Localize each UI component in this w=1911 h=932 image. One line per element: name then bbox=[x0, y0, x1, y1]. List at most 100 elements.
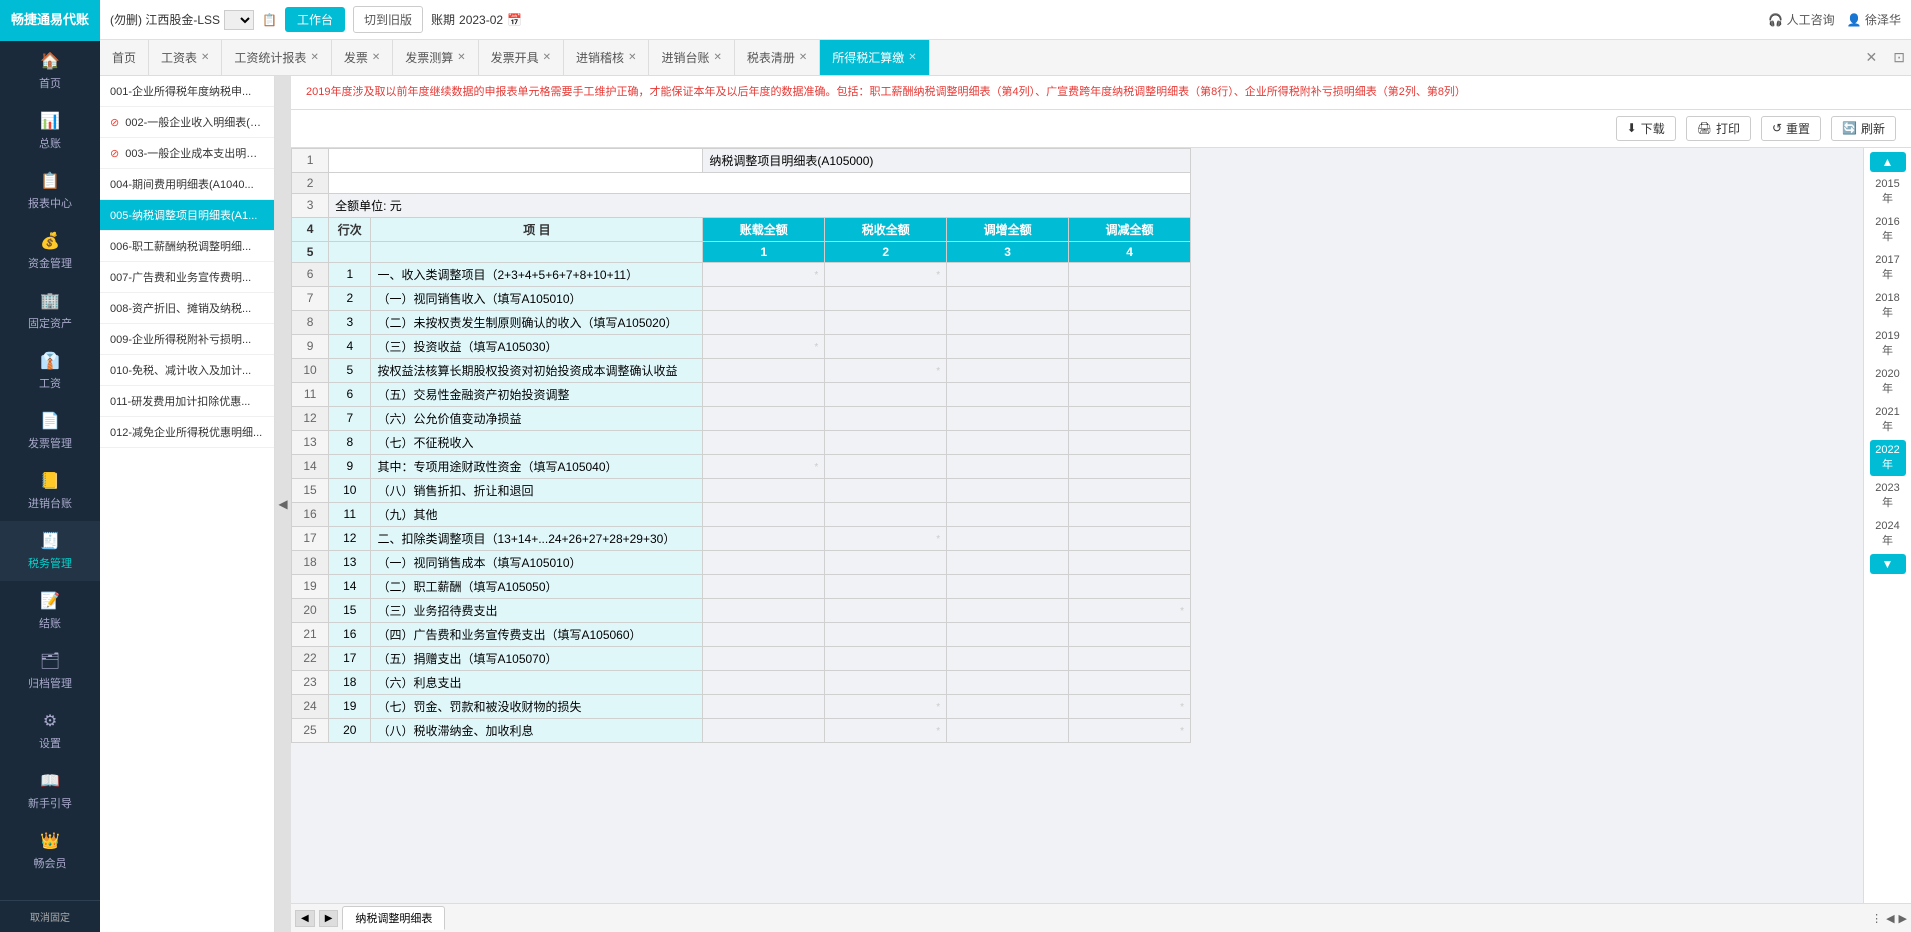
tab-payroll-stats[interactable]: 工资统计报表 ✕ bbox=[222, 40, 331, 76]
sidebar-item-settings[interactable]: ⚙ 设置 bbox=[0, 701, 100, 761]
data-cell[interactable] bbox=[1069, 526, 1191, 550]
data-cell[interactable] bbox=[947, 646, 1069, 670]
tab-purchase-ledger[interactable]: 进销台账 ✕ bbox=[649, 40, 734, 76]
sidebar-item-reports[interactable]: 📋 报表中心 bbox=[0, 161, 100, 221]
data-cell[interactable]: * bbox=[703, 334, 825, 358]
data-cell[interactable]: * bbox=[703, 454, 825, 478]
sheet-nav-left[interactable]: ◀ bbox=[295, 910, 315, 927]
data-cell[interactable] bbox=[947, 310, 1069, 334]
sidebar-item-guide[interactable]: 📖 新手引导 bbox=[0, 761, 100, 821]
data-cell[interactable] bbox=[947, 694, 1069, 718]
data-cell[interactable] bbox=[703, 526, 825, 550]
close-icon[interactable]: ✕ bbox=[201, 52, 209, 63]
data-cell[interactable]: * bbox=[825, 262, 947, 286]
close-icon[interactable]: ✕ bbox=[713, 52, 721, 63]
copy-icon[interactable]: 📋 bbox=[262, 13, 277, 27]
data-cell[interactable] bbox=[825, 502, 947, 526]
year-item-2017[interactable]: 2017年 bbox=[1870, 250, 1906, 286]
close-icon[interactable]: ✕ bbox=[799, 52, 807, 63]
switch-old-button[interactable]: 切到旧版 bbox=[353, 6, 423, 33]
data-cell[interactable] bbox=[825, 670, 947, 694]
close-icon[interactable]: ✕ bbox=[908, 52, 916, 63]
close-all-tabs[interactable]: ✕ bbox=[1856, 49, 1888, 66]
sidebar-item-fixed-assets[interactable]: 🏢 固定资产 bbox=[0, 281, 100, 341]
data-cell[interactable] bbox=[703, 598, 825, 622]
tab-tax-list[interactable]: 税表清册 ✕ bbox=[735, 40, 820, 76]
sidebar-item-home[interactable]: 🏠 首页 bbox=[0, 41, 100, 101]
data-cell[interactable] bbox=[1069, 454, 1191, 478]
data-cell[interactable] bbox=[1069, 286, 1191, 310]
tab-invoice-issue[interactable]: 发票开具 ✕ bbox=[479, 40, 564, 76]
left-panel-item-002[interactable]: ⊘ 002-一般企业收入明细表(A1... bbox=[100, 107, 274, 138]
sidebar-item-ledger[interactable]: 📊 总账 bbox=[0, 101, 100, 161]
year-item-2020[interactable]: 2020年 bbox=[1870, 364, 1906, 400]
data-cell[interactable] bbox=[1069, 406, 1191, 430]
data-cell[interactable] bbox=[703, 646, 825, 670]
left-panel-item-008[interactable]: 008-资产折旧、摊销及纳税... bbox=[100, 293, 274, 324]
data-cell[interactable] bbox=[703, 382, 825, 406]
print-button[interactable]: 🖨 打印 bbox=[1686, 116, 1751, 141]
tab-invoice-calc[interactable]: 发票测算 ✕ bbox=[393, 40, 478, 76]
left-panel-item-011[interactable]: 011-研发费用加计扣除优惠... bbox=[100, 386, 274, 417]
data-cell[interactable] bbox=[947, 526, 1069, 550]
workbench-button[interactable]: 工作台 bbox=[285, 7, 345, 32]
data-cell[interactable] bbox=[703, 310, 825, 334]
close-icon[interactable]: ✕ bbox=[310, 52, 318, 63]
data-cell[interactable] bbox=[1069, 382, 1191, 406]
data-cell[interactable] bbox=[947, 334, 1069, 358]
data-cell[interactable]: * bbox=[825, 718, 947, 742]
data-cell[interactable] bbox=[1069, 478, 1191, 502]
data-cell[interactable] bbox=[825, 382, 947, 406]
scroll-right-icon[interactable]: ▶ bbox=[1899, 912, 1907, 925]
data-cell[interactable] bbox=[1069, 310, 1191, 334]
year-item-2015[interactable]: 2015年 bbox=[1870, 174, 1906, 210]
data-cell[interactable] bbox=[947, 502, 1069, 526]
data-cell[interactable]: * bbox=[1069, 694, 1191, 718]
data-cell[interactable] bbox=[1069, 502, 1191, 526]
data-cell[interactable] bbox=[825, 406, 947, 430]
data-cell[interactable] bbox=[947, 406, 1069, 430]
data-cell[interactable] bbox=[703, 694, 825, 718]
data-cell[interactable] bbox=[703, 502, 825, 526]
tab-purchase-check[interactable]: 进销稽核 ✕ bbox=[564, 40, 649, 76]
year-item-2016[interactable]: 2016年 bbox=[1870, 212, 1906, 248]
data-cell[interactable]: * bbox=[825, 358, 947, 382]
left-panel-item-012[interactable]: 012-减免企业所得税优惠明细... bbox=[100, 417, 274, 448]
data-cell[interactable] bbox=[703, 406, 825, 430]
data-cell[interactable] bbox=[947, 574, 1069, 598]
data-cell[interactable]: * bbox=[825, 526, 947, 550]
year-item-2021[interactable]: 2021年 bbox=[1870, 402, 1906, 438]
sidebar-item-purchase-sales[interactable]: 📒 进销台账 bbox=[0, 461, 100, 521]
user-avatar[interactable]: 👤 徐泽华 bbox=[1847, 11, 1901, 28]
data-cell[interactable] bbox=[825, 622, 947, 646]
tab-income-tax[interactable]: 所得税汇算缴 ✕ bbox=[820, 40, 929, 76]
data-cell[interactable]: * bbox=[1069, 718, 1191, 742]
year-nav-down[interactable]: ▼ bbox=[1870, 554, 1906, 574]
tab-payroll[interactable]: 工资表 ✕ bbox=[149, 40, 222, 76]
data-cell[interactable] bbox=[1069, 670, 1191, 694]
data-cell[interactable] bbox=[703, 358, 825, 382]
data-cell[interactable] bbox=[825, 310, 947, 334]
data-cell[interactable] bbox=[947, 718, 1069, 742]
data-cell[interactable] bbox=[1069, 574, 1191, 598]
left-panel-item-010[interactable]: 010-免税、减计收入及加计... bbox=[100, 355, 274, 386]
close-icon[interactable]: ✕ bbox=[543, 52, 551, 63]
left-panel-item-005[interactable]: 005-纳税调整项目明细表(A1... bbox=[100, 200, 274, 231]
data-cell[interactable] bbox=[703, 430, 825, 454]
data-cell[interactable] bbox=[825, 598, 947, 622]
data-cell[interactable] bbox=[825, 646, 947, 670]
data-cell[interactable] bbox=[825, 334, 947, 358]
calendar-icon[interactable]: 📅 bbox=[507, 13, 522, 27]
maximize-icon[interactable]: ⊡ bbox=[1887, 49, 1911, 66]
user-service-label[interactable]: 🎧 人工咨询 bbox=[1768, 11, 1834, 28]
data-cell[interactable] bbox=[703, 670, 825, 694]
refresh-button[interactable]: 🔄 刷新 bbox=[1831, 116, 1896, 141]
data-cell[interactable] bbox=[1069, 430, 1191, 454]
data-cell[interactable] bbox=[703, 286, 825, 310]
data-cell[interactable] bbox=[947, 262, 1069, 286]
data-cell[interactable] bbox=[703, 574, 825, 598]
data-cell[interactable] bbox=[947, 550, 1069, 574]
left-panel-item-009[interactable]: 009-企业所得税附补亏损明... bbox=[100, 324, 274, 355]
left-panel-item-003[interactable]: ⊘ 003-一般企业成本支出明细... bbox=[100, 138, 274, 169]
sidebar-item-close[interactable]: 📝 结账 bbox=[0, 581, 100, 641]
